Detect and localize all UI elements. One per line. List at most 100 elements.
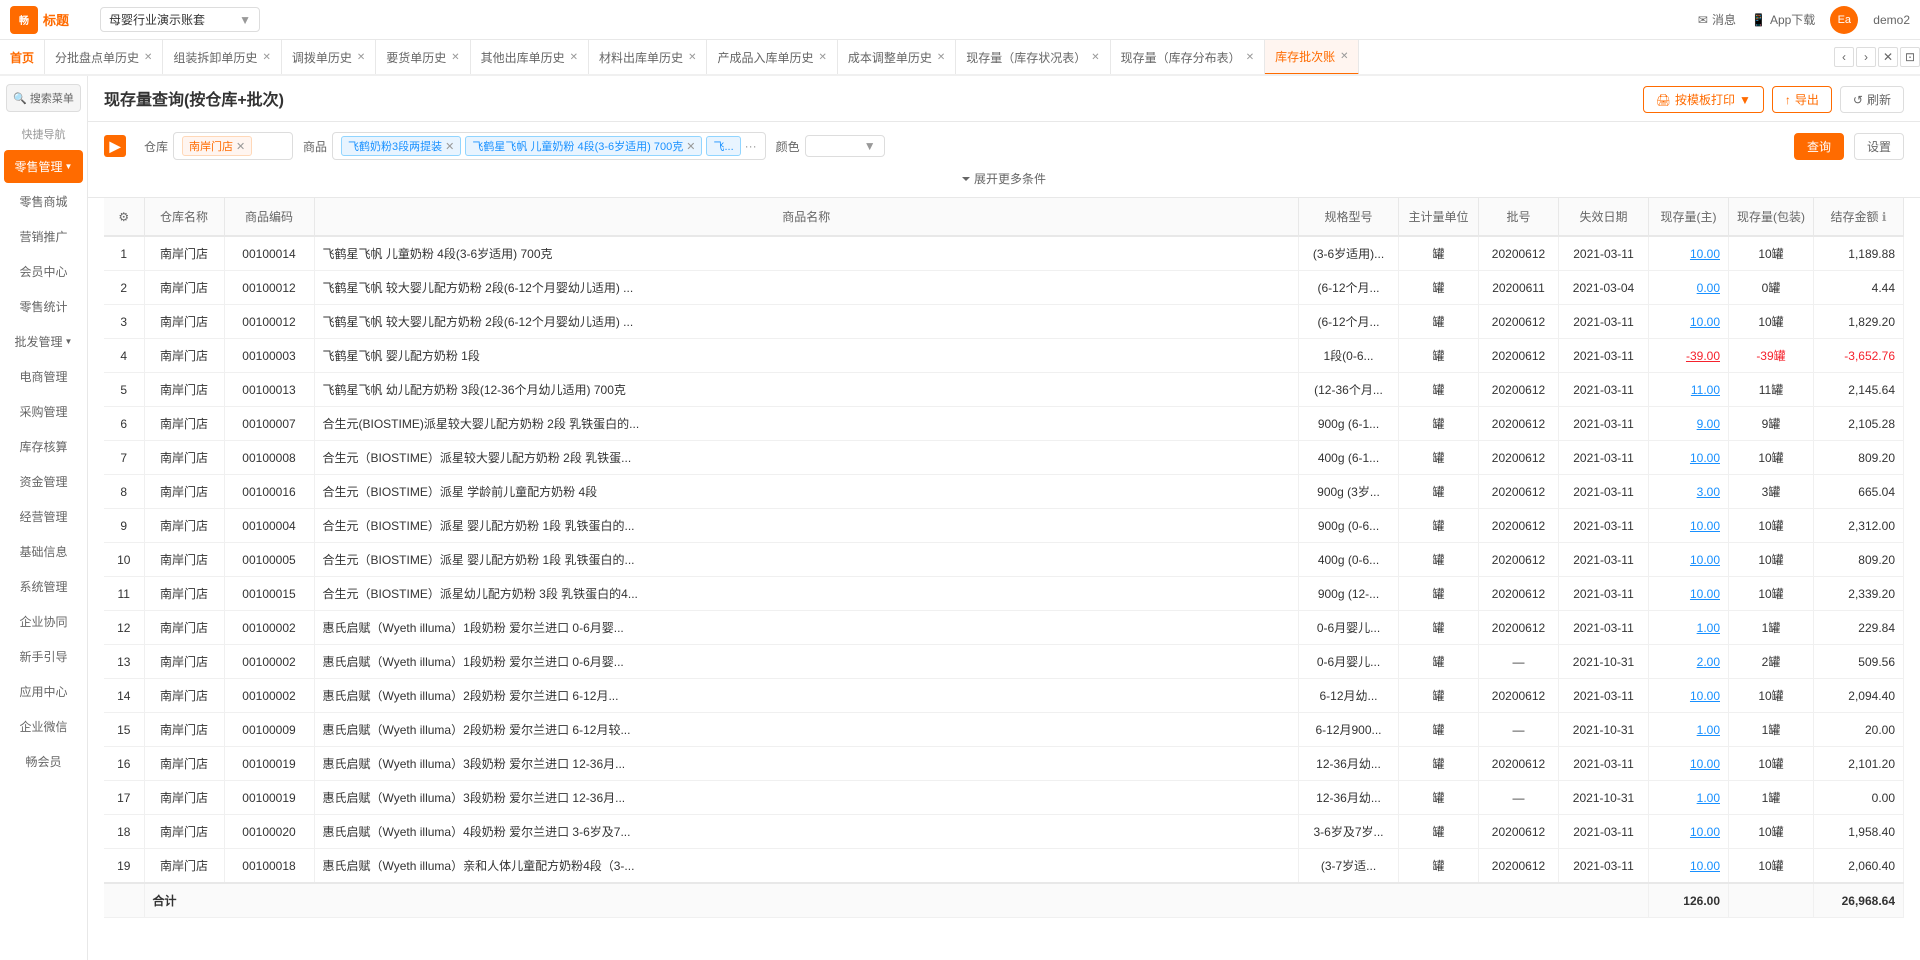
- expand-conditions-btn[interactable]: 展开更多条件: [962, 170, 1046, 187]
- sidebar-item-企业协同[interactable]: 企业协同: [4, 605, 83, 638]
- sidebar-item-新手引导[interactable]: 新手引导: [4, 640, 83, 673]
- cell-current-main[interactable]: 10.00: [1649, 815, 1729, 849]
- cell-current-main[interactable]: 10.00: [1649, 305, 1729, 339]
- sidebar-item-电商管理[interactable]: 电商管理: [4, 360, 83, 393]
- refresh-btn[interactable]: ↺ 刷新: [1840, 86, 1904, 113]
- tab-restore-btn[interactable]: ⊡: [1900, 47, 1920, 67]
- sidebar-item-零售统计[interactable]: 零售统计: [4, 290, 83, 323]
- filter-expand-btn[interactable]: ▶: [104, 135, 126, 157]
- balance-info-icon[interactable]: ℹ: [1882, 210, 1887, 224]
- cell-current-main[interactable]: 10.00: [1649, 577, 1729, 611]
- sidebar-item-基础信息[interactable]: 基础信息: [4, 535, 83, 568]
- sidebar-item-经营管理[interactable]: 经营管理: [4, 500, 83, 533]
- search-menu-btn[interactable]: 🔍 搜索菜单: [6, 84, 81, 112]
- cell-code: 00100007: [224, 407, 314, 441]
- message-btn[interactable]: ✉ 消息: [1698, 11, 1736, 28]
- tab-prev-btn[interactable]: ‹: [1834, 47, 1854, 67]
- avatar-text: Ea: [1838, 14, 1851, 26]
- cell-current-main[interactable]: 1.00: [1649, 713, 1729, 747]
- settings-icon[interactable]: ⚙: [118, 210, 129, 224]
- sidebar-item-企业微信[interactable]: 企业微信: [4, 710, 83, 743]
- cell-balance: 2,060.40: [1814, 849, 1904, 884]
- cell-current-main[interactable]: 2.00: [1649, 645, 1729, 679]
- tab-close-成本调整[interactable]: ✕: [937, 52, 945, 63]
- tab-close-库存批次[interactable]: ✕: [1340, 51, 1348, 62]
- tab-close-现存量状况[interactable]: ✕: [1091, 52, 1099, 63]
- tab-close-调拨单[interactable]: ✕: [357, 52, 365, 63]
- query-btn[interactable]: 查询: [1794, 133, 1844, 160]
- sidebar-item-系统管理[interactable]: 系统管理: [4, 570, 83, 603]
- cell-current-main[interactable]: 10.00: [1649, 679, 1729, 713]
- tab-要货单[interactable]: 要货单历史✕: [376, 40, 470, 75]
- cell-current-main[interactable]: 3.00: [1649, 475, 1729, 509]
- tab-next-btn[interactable]: ›: [1856, 47, 1876, 67]
- cell-warehouse: 南岸门店: [144, 373, 224, 407]
- cell-current-main[interactable]: 0.00: [1649, 271, 1729, 305]
- sidebar-item-营销推广[interactable]: 营销推广: [4, 220, 83, 253]
- app-download-btn[interactable]: 📱 App下载: [1751, 11, 1815, 28]
- sidebar-item-库存核算[interactable]: 库存核算: [4, 430, 83, 463]
- cell-current-main[interactable]: 10.00: [1649, 236, 1729, 271]
- tab-close-产成品入库[interactable]: ✕: [818, 52, 826, 63]
- print-btn[interactable]: 🖨 按模板打印 ▼: [1643, 86, 1764, 113]
- tab-材料出库[interactable]: 材料出库单历史✕: [589, 40, 707, 75]
- sidebar-item-批发管理[interactable]: 批发管理▼: [4, 325, 83, 358]
- warehouse-selector-label: 母婴行业演示账套: [109, 11, 205, 28]
- tab-成本调整[interactable]: 成本调整单历史✕: [838, 40, 956, 75]
- sidebar-item-label-基础信息: 基础信息: [19, 545, 67, 559]
- tab-调拨单[interactable]: 调拨单历史✕: [282, 40, 376, 75]
- export-btn[interactable]: ↑ 导出: [1772, 86, 1832, 113]
- cell-balance: 229.84: [1814, 611, 1904, 645]
- cell-expire: 2021-03-11: [1559, 475, 1649, 509]
- tabs-container: 首页分批盘点单历史✕组装拆卸单历史✕调拨单历史✕要货单历史✕其他出库单历史✕材料…: [0, 40, 1834, 75]
- tab-close-组装拆卸[interactable]: ✕: [262, 52, 270, 63]
- user-avatar[interactable]: Ea: [1830, 6, 1858, 34]
- sidebar-item-零售商城[interactable]: 零售商城: [4, 185, 83, 218]
- tab-其他出库[interactable]: 其他出库单历史✕: [471, 40, 589, 75]
- tab-home[interactable]: 首页: [0, 40, 45, 75]
- tab-close-现存量分布[interactable]: ✕: [1246, 52, 1254, 63]
- cell-code: 00100019: [224, 747, 314, 781]
- sidebar-item-零售管理[interactable]: 零售管理▼: [4, 150, 83, 183]
- tab-产成品入库[interactable]: 产成品入库单历史✕: [707, 40, 837, 75]
- cell-current-main[interactable]: 11.00: [1649, 373, 1729, 407]
- warehouse-selector[interactable]: 母婴行业演示账套 ▼: [100, 7, 260, 32]
- sidebar-item-应用中心[interactable]: 应用中心: [4, 675, 83, 708]
- cell-spec: 0-6月婴儿...: [1299, 611, 1399, 645]
- cell-current-main[interactable]: 10.00: [1649, 747, 1729, 781]
- sidebar-item-会员中心[interactable]: 会员中心: [4, 255, 83, 288]
- warehouse-tag-close[interactable]: ✕: [236, 140, 245, 153]
- tab-label: 现存量（库存分布表）: [1121, 49, 1241, 66]
- cell-current-main[interactable]: 10.00: [1649, 849, 1729, 884]
- tab-close-其他出库[interactable]: ✕: [570, 52, 578, 63]
- cell-current-pkg: 1罐: [1729, 611, 1814, 645]
- tab-现存量状况[interactable]: 现存量（库存状况表）✕: [956, 40, 1110, 75]
- tab-组装拆卸[interactable]: 组装拆卸单历史✕: [163, 40, 281, 75]
- sidebar-item-畅会员[interactable]: 畅会员: [4, 745, 83, 778]
- warehouse-selector-arrow: ▼: [239, 13, 251, 27]
- cell-current-main[interactable]: 10.00: [1649, 441, 1729, 475]
- cell-current-main[interactable]: -39.00: [1649, 339, 1729, 373]
- quick-nav-label[interactable]: 快捷导航: [0, 120, 87, 148]
- filter-area: ▶ 仓库 南岸门店 ✕ 商品 飞鹤奶粉3段两提装: [88, 122, 1920, 198]
- goods-filter-dots[interactable]: ···: [745, 139, 757, 153]
- color-filter-box[interactable]: ▼: [805, 135, 885, 157]
- tab-close-分批盘点[interactable]: ✕: [144, 52, 152, 63]
- cell-current-main[interactable]: 1.00: [1649, 781, 1729, 815]
- col-header-code: 商品编码: [224, 198, 314, 236]
- cell-current-main[interactable]: 9.00: [1649, 407, 1729, 441]
- settings-btn[interactable]: 设置: [1854, 133, 1904, 160]
- tab-现存量分布[interactable]: 现存量（库存分布表） ✕: [1111, 40, 1265, 75]
- tab-分批盘点[interactable]: 分批盘点单历史✕: [45, 40, 163, 75]
- tab-close-材料出库[interactable]: ✕: [688, 52, 696, 63]
- cell-current-main[interactable]: 10.00: [1649, 543, 1729, 577]
- tab-close-要货单[interactable]: ✕: [451, 52, 459, 63]
- tab-close-all-btn[interactable]: ✕: [1878, 47, 1898, 67]
- cell-current-main[interactable]: 1.00: [1649, 611, 1729, 645]
- cell-current-main[interactable]: 10.00: [1649, 509, 1729, 543]
- warehouse-filter-box[interactable]: 南岸门店 ✕: [173, 132, 293, 160]
- goods-filter-box[interactable]: 飞鹤奶粉3段两提装 ✕ 飞鹤星飞帆 儿童奶粉 4段(3-6岁适用) 700克 ✕…: [332, 132, 766, 160]
- sidebar-item-资金管理[interactable]: 资金管理: [4, 465, 83, 498]
- tab-库存批次[interactable]: 库存批次账✕: [1265, 40, 1359, 75]
- sidebar-item-采购管理[interactable]: 采购管理: [4, 395, 83, 428]
